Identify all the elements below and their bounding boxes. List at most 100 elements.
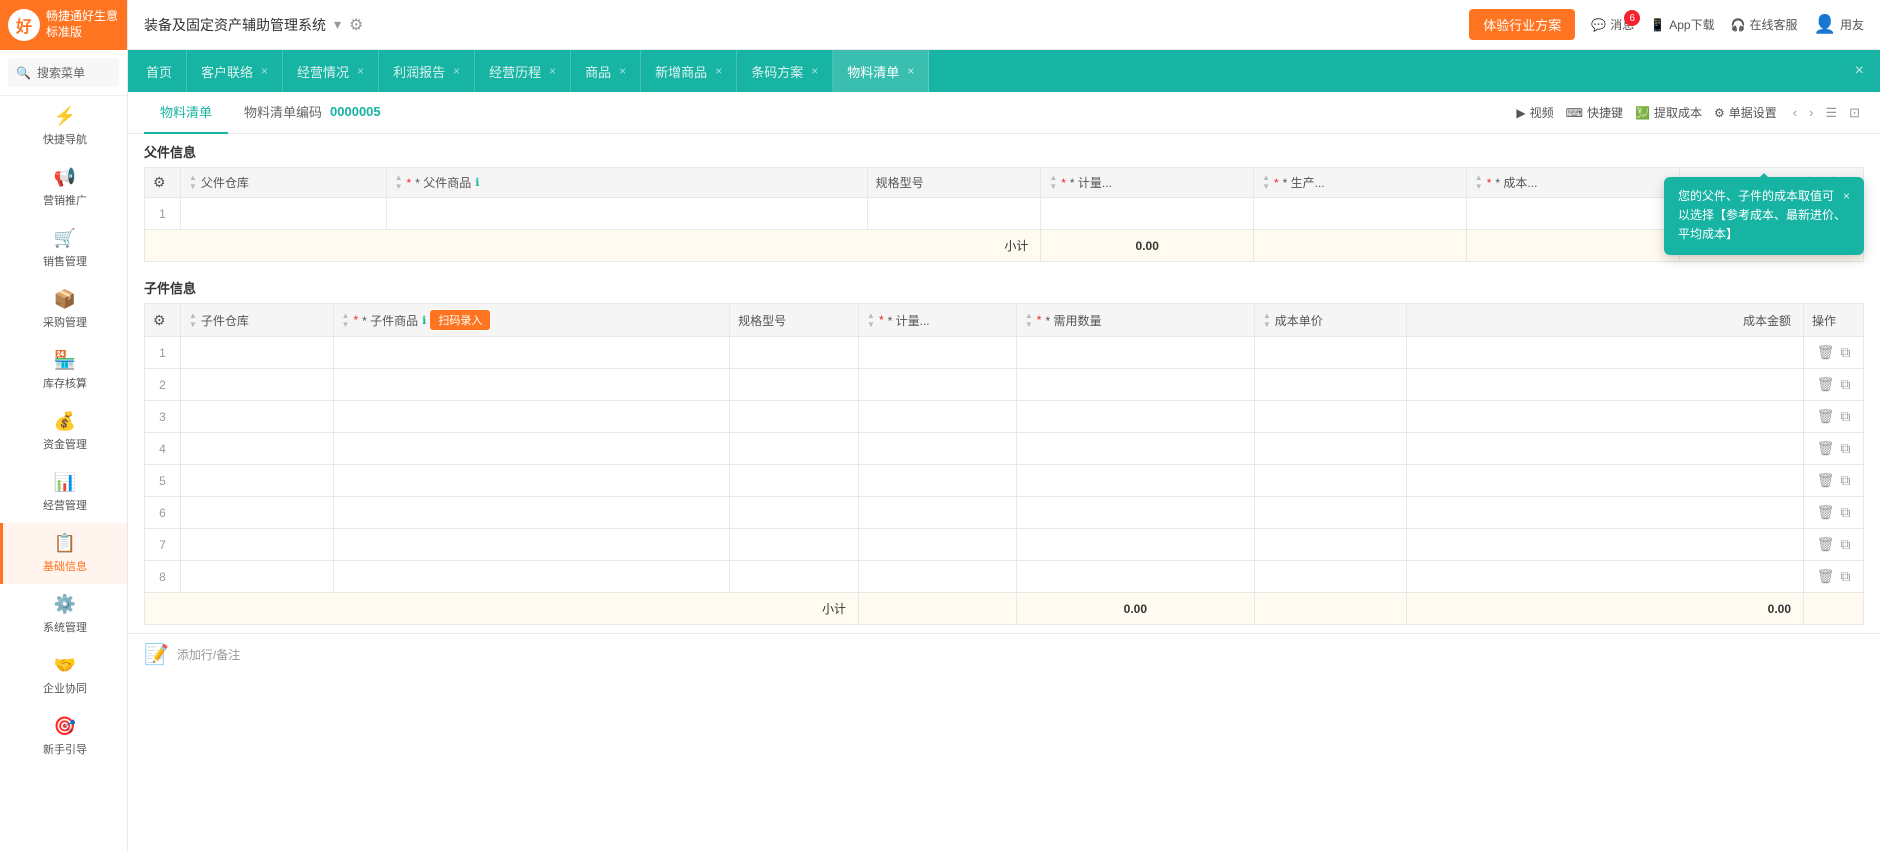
info-icon[interactable]: ℹ bbox=[475, 176, 479, 189]
sidebar-item-marketing[interactable]: 📢 营销推广 bbox=[0, 157, 127, 218]
sort-icon[interactable]: ▲▼ bbox=[342, 312, 350, 329]
tab-close-icon[interactable]: × bbox=[261, 64, 268, 78]
tab-close-icon[interactable]: × bbox=[453, 64, 460, 78]
delete-icon[interactable]: 🗑 bbox=[1817, 472, 1835, 489]
app-download-button[interactable]: 📱 App下载 bbox=[1650, 16, 1714, 33]
child-unit-2[interactable] bbox=[859, 369, 1017, 401]
delete-icon[interactable]: 🗑 bbox=[1817, 344, 1835, 361]
copy-icon[interactable]: ⧉ bbox=[1840, 536, 1850, 553]
info-icon[interactable]: ℹ bbox=[422, 314, 426, 327]
child-unit-price-1[interactable] bbox=[1254, 337, 1407, 369]
headset-icon: 🎧 bbox=[1731, 18, 1746, 32]
view-action[interactable]: ▶ 视频 bbox=[1516, 104, 1553, 121]
online-service-button[interactable]: 🎧 在线客服 bbox=[1731, 16, 1798, 33]
tab-operation-status[interactable]: 经营情况 × bbox=[283, 50, 379, 92]
tab-barcode[interactable]: 条码方案 × bbox=[737, 50, 833, 92]
tab-close-icon[interactable]: × bbox=[357, 64, 364, 78]
tab-close-icon[interactable]: × bbox=[907, 64, 914, 78]
tab-close-icon[interactable]: × bbox=[811, 64, 818, 78]
parent-goods-cell[interactable] bbox=[386, 198, 867, 230]
child-unit-1[interactable] bbox=[859, 337, 1017, 369]
sub-tab-bom-list[interactable]: 物料清单 bbox=[144, 92, 228, 134]
sort-icon[interactable]: ▲▼ bbox=[395, 174, 403, 191]
delete-icon[interactable]: 🗑 bbox=[1817, 408, 1835, 425]
parent-spec-cell[interactable] bbox=[867, 198, 1041, 230]
child-spec-1[interactable] bbox=[730, 337, 859, 369]
tab-close-icon[interactable]: × bbox=[715, 64, 722, 78]
tab-profit[interactable]: 利润报告 × bbox=[379, 50, 475, 92]
settings-action[interactable]: ⚙ 单据设置 bbox=[1714, 104, 1777, 121]
sort-icon[interactable]: ▲▼ bbox=[1475, 174, 1483, 191]
copy-icon[interactable]: ⧉ bbox=[1840, 376, 1850, 393]
sort-icon[interactable]: ▲▼ bbox=[1049, 174, 1057, 191]
tab-bom[interactable]: 物料清单 × bbox=[833, 50, 929, 92]
user-avatar-button[interactable]: 👤 用友 bbox=[1814, 14, 1864, 35]
delete-icon[interactable]: 🗑 bbox=[1817, 536, 1835, 553]
tab-customers[interactable]: 客户联络 × bbox=[187, 50, 283, 92]
child-warehouse-1[interactable] bbox=[181, 337, 334, 369]
parent-warehouse-cell[interactable] bbox=[181, 198, 387, 230]
add-row-icon[interactable]: 📝 bbox=[144, 642, 169, 667]
scan-input-button[interactable]: 扫码录入 bbox=[430, 310, 490, 330]
close-tab-icon[interactable]: × bbox=[1843, 62, 1876, 80]
delete-icon[interactable]: 🗑 bbox=[1817, 376, 1835, 393]
sort-icon[interactable]: ▲▼ bbox=[189, 174, 197, 191]
sidebar-item-system[interactable]: ⚙️ 系统管理 bbox=[0, 584, 127, 645]
tooltip-close-button[interactable]: × bbox=[1843, 187, 1850, 206]
sub-tab-bom-code[interactable]: 物料清单编码 0000005 bbox=[228, 92, 397, 134]
child-warehouse-2[interactable] bbox=[181, 369, 334, 401]
list-view-icon[interactable]: ☰ bbox=[1821, 103, 1841, 123]
sort-icon[interactable]: ▲▼ bbox=[867, 312, 875, 329]
sidebar-item-inventory[interactable]: 🏪 库存核算 bbox=[0, 340, 127, 401]
child-col-settings-header[interactable]: ⚙ bbox=[145, 304, 181, 337]
tab-goods[interactable]: 商品 × bbox=[571, 50, 641, 92]
shortcut-action[interactable]: ⌨ 快捷键 bbox=[1566, 104, 1623, 121]
message-button[interactable]: 💬 消息 6 bbox=[1591, 16, 1634, 33]
copy-icon[interactable]: ⧉ bbox=[1840, 568, 1850, 585]
parent-unit-cell[interactable] bbox=[1041, 198, 1254, 230]
sidebar-item-quick-nav[interactable]: ⚡ 快捷导航 bbox=[0, 96, 127, 157]
add-row-label[interactable]: 添加行/备注 bbox=[177, 646, 240, 663]
child-unit-price-2[interactable] bbox=[1254, 369, 1407, 401]
sort-icon[interactable]: ▲▼ bbox=[1263, 312, 1271, 329]
search-menu-button[interactable]: 🔍 搜索菜单 bbox=[8, 58, 119, 87]
prev-arrow-icon[interactable]: ‹ bbox=[1789, 103, 1801, 123]
settings-icon[interactable]: ⚙ bbox=[349, 15, 363, 35]
child-spec-2[interactable] bbox=[730, 369, 859, 401]
sort-icon[interactable]: ▲▼ bbox=[189, 312, 197, 329]
cost-action[interactable]: 💹 提取成本 bbox=[1635, 104, 1702, 121]
tab-close-icon[interactable]: × bbox=[549, 64, 556, 78]
child-goods-2[interactable] bbox=[333, 369, 730, 401]
child-quantity-2[interactable] bbox=[1016, 369, 1254, 401]
tab-operation-history[interactable]: 经营历程 × bbox=[475, 50, 571, 92]
sort-icon[interactable]: ▲▼ bbox=[1262, 174, 1270, 191]
parent-cost-cell[interactable] bbox=[1466, 198, 1679, 230]
copy-icon[interactable]: ⧉ bbox=[1840, 504, 1850, 521]
tab-home[interactable]: 首页 bbox=[132, 50, 187, 92]
sidebar-item-guide[interactable]: 🎯 新手引导 bbox=[0, 706, 127, 767]
delete-icon[interactable]: 🗑 bbox=[1817, 568, 1835, 585]
copy-icon[interactable]: ⧉ bbox=[1840, 440, 1850, 457]
next-arrow-icon[interactable]: › bbox=[1805, 103, 1817, 123]
sidebar-item-purchase[interactable]: 📦 采购管理 bbox=[0, 279, 127, 340]
child-goods-1[interactable] bbox=[333, 337, 730, 369]
copy-icon[interactable]: ⧉ bbox=[1840, 344, 1850, 361]
try-plan-button[interactable]: 体验行业方案 bbox=[1469, 9, 1575, 40]
sidebar-item-operation[interactable]: 📊 经营管理 bbox=[0, 462, 127, 523]
sort-icon[interactable]: ▲▼ bbox=[1025, 312, 1033, 329]
parent-production-cell[interactable] bbox=[1254, 198, 1467, 230]
tab-new-goods[interactable]: 新增商品 × bbox=[641, 50, 737, 92]
tab-close-icon[interactable]: × bbox=[619, 64, 626, 78]
sidebar-item-basic[interactable]: 📋 基础信息 bbox=[0, 523, 127, 584]
sidebar-item-finance[interactable]: 💰 资金管理 bbox=[0, 401, 127, 462]
delete-icon[interactable]: 🗑 bbox=[1817, 440, 1835, 457]
child-quantity-1[interactable] bbox=[1016, 337, 1254, 369]
dropdown-arrow-icon[interactable]: ▾ bbox=[334, 16, 341, 33]
sidebar-item-sales[interactable]: 🛒 销售管理 bbox=[0, 218, 127, 279]
parent-col-settings-header[interactable]: ⚙ bbox=[145, 168, 181, 198]
copy-icon[interactable]: ⧉ bbox=[1840, 408, 1850, 425]
delete-icon[interactable]: 🗑 bbox=[1817, 504, 1835, 521]
expand-icon[interactable]: ⊡ bbox=[1845, 103, 1864, 123]
copy-icon[interactable]: ⧉ bbox=[1840, 472, 1850, 489]
sidebar-item-cooperation[interactable]: 🤝 企业协同 bbox=[0, 645, 127, 706]
